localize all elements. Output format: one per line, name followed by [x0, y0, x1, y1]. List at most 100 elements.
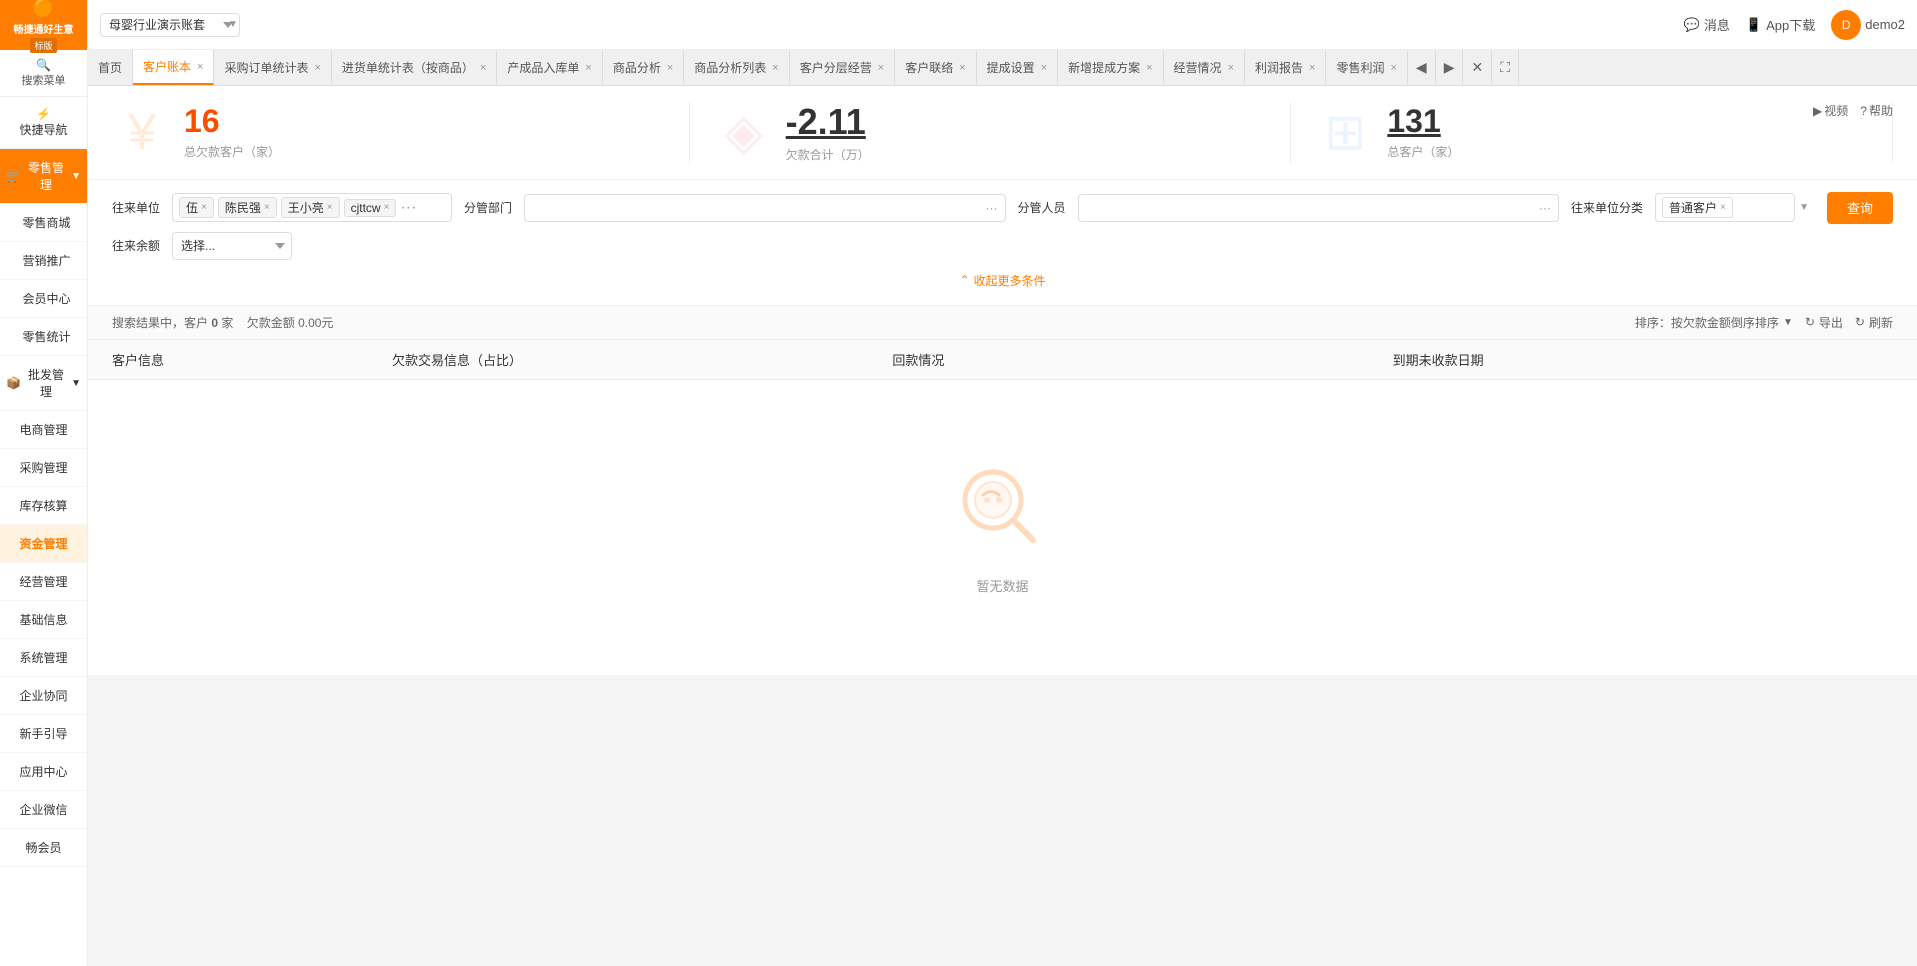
tab-customer-tier-close[interactable]: ×: [878, 62, 884, 74]
tab-customer-contact-label: 客户联络: [905, 59, 953, 76]
person-filter-input[interactable]: [1078, 194, 1559, 222]
sidebar-item-retail[interactable]: 🛒 零售管理 ▼: [0, 149, 87, 204]
tab-profit-report-close[interactable]: ×: [1309, 62, 1315, 74]
sidebar-logo: 🟠 畅捷通好生意 标版: [0, 0, 87, 50]
sidebar-item-wholesale[interactable]: 📦 批发管理 ▼: [0, 356, 87, 411]
tab-purchase-stats-close[interactable]: ×: [480, 62, 486, 74]
sidebar-item-newbie[interactable]: 新手引导: [0, 715, 87, 753]
filter-collapse-btn[interactable]: ⌃ 收起更多条件: [955, 268, 1049, 293]
user-menu[interactable]: D demo2: [1831, 10, 1905, 40]
sidebar-item-quick-nav[interactable]: ⚡ 快捷导航: [0, 97, 87, 149]
tab-prev-btn[interactable]: ◀: [1408, 50, 1436, 85]
app-center-label: 应用中心: [19, 765, 67, 779]
person-input[interactable]: [1087, 201, 1550, 215]
finance-label: 资金管理: [19, 537, 67, 551]
sidebar-item-enterprise[interactable]: 企业协同: [0, 677, 87, 715]
stat-amount-value: -2.11: [786, 102, 1267, 142]
dept-input[interactable]: [533, 201, 996, 215]
sidebar-item-ecommerce[interactable]: 电商管理: [0, 411, 87, 449]
tab-profit-report[interactable]: 利润报告 ×: [1245, 50, 1326, 85]
tab-close-all-btn[interactable]: ✕: [1463, 50, 1492, 85]
member-vip-label: 畅会员: [25, 841, 61, 855]
member-label: 会员中心: [22, 292, 70, 306]
dept-filter-input[interactable]: [524, 194, 1005, 222]
tab-customer-balance[interactable]: 客户账本 ×: [133, 50, 214, 85]
retail-label: 零售管理: [25, 159, 67, 193]
category-filter-tags[interactable]: 普通客户 ×: [1655, 193, 1795, 222]
tab-customer-balance-close[interactable]: ×: [197, 61, 203, 73]
tab-retail-profit-close[interactable]: ×: [1390, 62, 1396, 74]
tab-product-receipt-close[interactable]: ×: [585, 62, 591, 74]
unit-tag-wang-label: 王小亮: [288, 199, 324, 216]
tab-new-raise-plan-close[interactable]: ×: [1146, 62, 1152, 74]
tab-product-analysis-list-close[interactable]: ×: [772, 62, 778, 74]
sidebar-item-app-center[interactable]: 应用中心: [0, 753, 87, 791]
category-tag-normal[interactable]: 普通客户 ×: [1662, 197, 1733, 218]
tab-product-analysis-close[interactable]: ×: [667, 62, 673, 74]
tab-customer-tier[interactable]: 客户分层经营 ×: [790, 50, 895, 85]
app-download-button[interactable]: 📱 App下载: [1746, 15, 1815, 34]
tab-fullscreen-btn[interactable]: ⛶: [1492, 50, 1519, 85]
unit-tag-wang-remove[interactable]: ×: [327, 202, 333, 213]
topbar-actions: 💬 消息 📱 App下载 D demo2: [1684, 10, 1905, 40]
unit-tag-wu-remove[interactable]: ×: [201, 202, 207, 213]
stat-customers-info: 16 总欠款客户（家）: [184, 104, 665, 160]
logo-icon: 🟠: [32, 0, 54, 19]
unit-tag-cjttcw-remove[interactable]: ×: [384, 202, 390, 213]
table-col-repayment: 回款情况: [892, 350, 1392, 369]
search-menu-item[interactable]: 🔍 搜索菜单: [0, 50, 87, 97]
tenant-select[interactable]: 母婴行业演示账套: [100, 13, 240, 37]
sidebar-item-finance[interactable]: 资金管理: [0, 525, 87, 563]
video-help-btn[interactable]: ▶ 视频: [1813, 102, 1848, 119]
sidebar-item-operation[interactable]: 经营管理: [0, 563, 87, 601]
tab-retail-profit[interactable]: 零售利润 ×: [1326, 50, 1407, 85]
unit-tag-cjttcw[interactable]: cjttcw ×: [344, 199, 397, 217]
sidebar-item-inventory[interactable]: 库存核算: [0, 487, 87, 525]
balance-filter-select[interactable]: 选择...: [172, 232, 292, 260]
refresh-button[interactable]: ↻ 刷新: [1855, 314, 1893, 331]
basic-info-label: 基础信息: [19, 613, 67, 627]
topbar: 母婴行业演示账套 ▼ 💬 消息 📱 App下载 D demo2: [88, 0, 1917, 50]
tab-customer-contact[interactable]: 客户联络 ×: [895, 50, 976, 85]
export-button[interactable]: ↻ 导出: [1805, 314, 1843, 331]
tab-purchase-stats[interactable]: 进货单统计表（按商品） ×: [332, 50, 497, 85]
unit-tag-wu[interactable]: 伍 ×: [179, 197, 214, 218]
filter-more-dots[interactable]: ···: [400, 199, 416, 217]
category-tag-normal-remove[interactable]: ×: [1720, 202, 1726, 213]
sidebar-item-basic-info[interactable]: 基础信息: [0, 601, 87, 639]
retail-arrow-icon: ▼: [71, 171, 81, 182]
unit-filter-tags[interactable]: 伍 × 陈民强 × 王小亮 × cjttcw × ···: [172, 193, 452, 222]
sort-selector[interactable]: 排序：按欠款金额倒序排序 ▼: [1635, 314, 1793, 331]
tab-raise-settings[interactable]: 提成设置 ×: [977, 50, 1058, 85]
tab-new-raise-plan[interactable]: 新增提成方案 ×: [1058, 50, 1163, 85]
tab-purchase-order-close[interactable]: ×: [314, 62, 320, 74]
tab-next-btn[interactable]: ▶: [1436, 50, 1464, 85]
tab-purchase-order[interactable]: 采购订单统计表 ×: [214, 50, 331, 85]
sidebar-item-system[interactable]: 系统管理: [0, 639, 87, 677]
unit-tag-chen-remove[interactable]: ×: [264, 202, 270, 213]
text-help-btn[interactable]: ? 帮助: [1860, 102, 1893, 119]
main-area: 母婴行业演示账套 ▼ 💬 消息 📱 App下载 D demo2 首页 客户账本 …: [88, 0, 1917, 966]
inventory-label: 库存核算: [19, 499, 67, 513]
sidebar-item-member[interactable]: 会员中心: [0, 280, 87, 318]
tab-product-analysis[interactable]: 商品分析 ×: [603, 50, 684, 85]
sidebar-item-marketing[interactable]: 营销推广: [0, 242, 87, 280]
tab-product-analysis-list[interactable]: 商品分析列表 ×: [684, 50, 789, 85]
unit-tag-wang[interactable]: 王小亮 ×: [281, 197, 340, 218]
sidebar-item-member-vip[interactable]: 畅会员: [0, 829, 87, 867]
tab-raise-settings-close[interactable]: ×: [1041, 62, 1047, 74]
query-button[interactable]: 查询: [1827, 192, 1893, 224]
tab-business-status[interactable]: 经营情况 ×: [1164, 50, 1245, 85]
tab-home[interactable]: 首页: [88, 50, 133, 85]
message-button[interactable]: 💬 消息: [1684, 15, 1730, 34]
sidebar-item-retail-mall[interactable]: 零售商城: [0, 204, 87, 242]
unit-tag-chen[interactable]: 陈民强 ×: [218, 197, 277, 218]
message-label: 消息: [1704, 15, 1730, 34]
sidebar-item-purchase[interactable]: 采购管理: [0, 449, 87, 487]
tab-product-receipt[interactable]: 产成品入库单 ×: [497, 50, 602, 85]
tab-business-status-close[interactable]: ×: [1228, 62, 1234, 74]
unit-tag-cjttcw-label: cjttcw: [351, 201, 381, 215]
tab-customer-contact-close[interactable]: ×: [959, 62, 965, 74]
sidebar-item-wechat[interactable]: 企业微信: [0, 791, 87, 829]
sidebar-item-retail-stats[interactable]: 零售统计: [0, 318, 87, 356]
